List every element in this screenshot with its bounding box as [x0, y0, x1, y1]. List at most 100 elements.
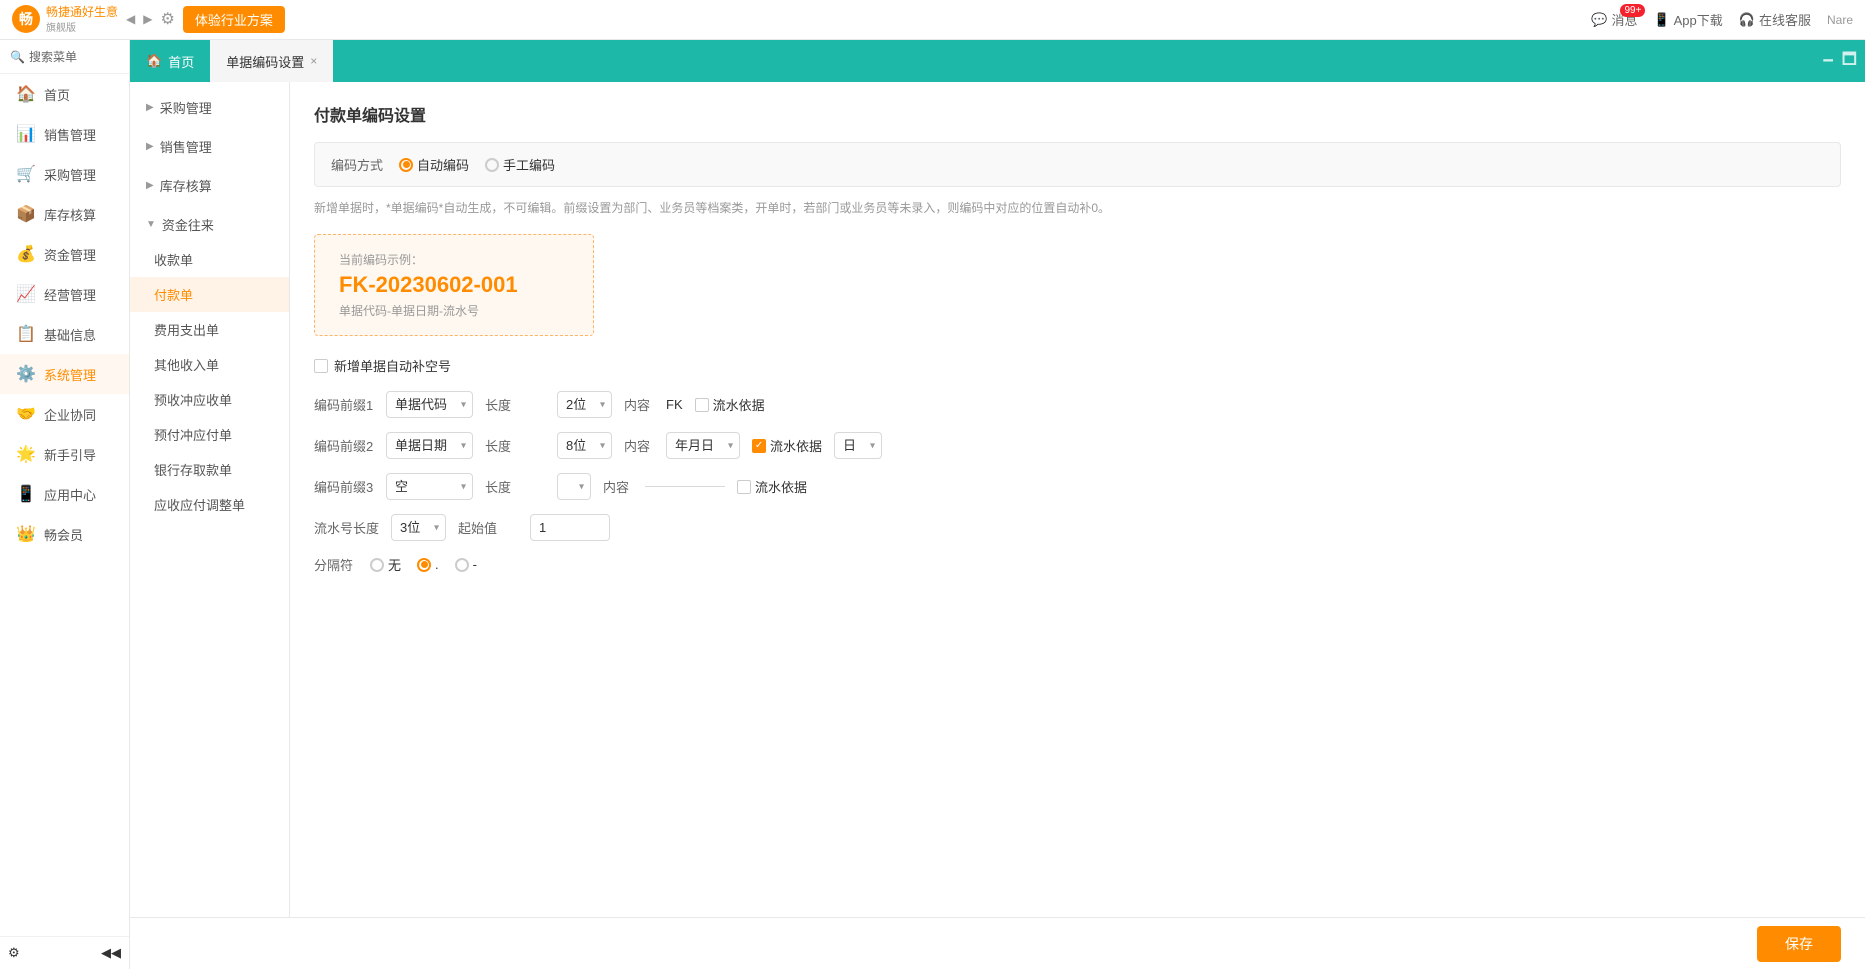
- auto-fill-checkbox[interactable]: [314, 359, 328, 373]
- content2-select[interactable]: 年月日 年月 年: [666, 432, 740, 459]
- length1-label: 长度: [485, 395, 545, 414]
- serial2-check-label[interactable]: ✓ 流水依据: [752, 436, 822, 455]
- submenu-item-payment[interactable]: 付款单: [130, 277, 289, 312]
- submenu-header-inventory[interactable]: ▶ 库存核算: [130, 168, 289, 203]
- submenu-item-adjustment[interactable]: 应收应付调整单: [130, 487, 289, 522]
- sep-dash-radio[interactable]: [455, 558, 469, 572]
- sidebar-item-sales[interactable]: 📊 销售管理: [0, 114, 129, 154]
- prefix1-select[interactable]: 单据代码 部门 业务员 空: [386, 391, 473, 418]
- message-button[interactable]: 💬 消息 99+: [1591, 10, 1637, 29]
- length3-label: 长度: [485, 477, 545, 496]
- content3-label: 内容: [603, 477, 629, 496]
- submenu-group-purchase: ▶ 采购管理: [130, 90, 289, 125]
- submenu-item-receipt[interactable]: 收款单: [130, 242, 289, 277]
- member-icon: 👑: [16, 524, 36, 544]
- tab-maximize-button[interactable]: 🗖: [1842, 48, 1857, 75]
- download-icon: 📱: [1653, 12, 1669, 28]
- tab-bar-right: 🗕 🗖: [1822, 40, 1865, 82]
- sidebar-item-purchase[interactable]: 🛒 采购管理: [0, 154, 129, 194]
- manual-encode-option[interactable]: 手工编码: [485, 155, 555, 174]
- guide-icon: 🌟: [16, 444, 36, 464]
- sidebar-item-guide[interactable]: 🌟 新手引导: [0, 434, 129, 474]
- sidebar-item-home[interactable]: 🏠 首页: [0, 74, 129, 114]
- start-value-input[interactable]: [530, 514, 610, 541]
- auto-encode-option[interactable]: 自动编码: [399, 155, 469, 174]
- settings-icon[interactable]: ⚙: [160, 9, 174, 29]
- user-name[interactable]: Nare: [1827, 13, 1853, 27]
- sidebar-item-management[interactable]: 📈 经营管理: [0, 274, 129, 314]
- main-layout: 🔍 搜索菜单 🏠 首页 📊 销售管理 🛒 采购管理 📦 库存核算 💰 资金管理 …: [0, 40, 1865, 969]
- prefix1-row: 编码前缀1 单据代码 部门 业务员 空 长度 2位 4位: [314, 391, 1841, 418]
- serial3-checkbox[interactable]: [737, 480, 751, 494]
- serial-length-label: 流水号长度: [314, 518, 379, 537]
- sidebar-search[interactable]: 🔍 搜索菜单: [0, 40, 129, 74]
- serial1-checkbox[interactable]: [695, 398, 709, 412]
- serial3-check-label[interactable]: 流水依据: [737, 477, 807, 496]
- system-icon: ⚙️: [16, 364, 36, 384]
- collapse-icon[interactable]: ◀◀: [101, 945, 121, 961]
- prefix2-select-wrapper: 单据日期 部门 业务员 空: [386, 432, 473, 459]
- serial1-check-label[interactable]: 流水依据: [695, 395, 765, 414]
- top-bar-controls: ◀ ▶ ⚙ 体验行业方案: [126, 6, 285, 33]
- finance-icon: 💰: [16, 244, 36, 264]
- tab-bar: 🏠 首页 单据编码设置 × 🗕 🗖: [130, 40, 1865, 82]
- preview-code: FK-20230602-001: [339, 272, 569, 298]
- service-button[interactable]: 🎧 在线客服: [1739, 10, 1811, 29]
- sep-dot-option[interactable]: .: [417, 557, 439, 572]
- length2-label: 长度: [485, 436, 545, 455]
- sub-sidebar: ▶ 采购管理 ▶ 销售管理 ▶ 库存核算: [130, 82, 290, 917]
- length3-select[interactable]: [557, 473, 591, 500]
- sidebar-item-basic[interactable]: 📋 基础信息: [0, 314, 129, 354]
- sales-icon: 📊: [16, 124, 36, 144]
- auto-encode-radio[interactable]: [399, 158, 413, 172]
- download-button[interactable]: 📱 App下载: [1653, 10, 1722, 29]
- submenu-item-expense[interactable]: 费用支出单: [130, 312, 289, 347]
- auto-fill-row: 新增单据自动补空号: [314, 356, 1841, 375]
- nav-back-icon[interactable]: ◀: [126, 12, 135, 26]
- tab-minimize-button[interactable]: 🗕: [1822, 48, 1833, 75]
- tab-encoding[interactable]: 单据编码设置 ×: [210, 40, 333, 82]
- prefix3-select[interactable]: 空 单据代码 部门 业务员: [386, 473, 473, 500]
- submenu-item-bank[interactable]: 银行存取款单: [130, 452, 289, 487]
- sep-none-radio[interactable]: [370, 558, 384, 572]
- submenu-header-fund[interactable]: ▼ 资金往来: [130, 207, 289, 242]
- sidebar-item-finance[interactable]: 💰 资金管理: [0, 234, 129, 274]
- search-icon: 🔍: [10, 50, 25, 64]
- content2-select-wrapper: 年月日 年月 年: [666, 432, 740, 459]
- submenu-item-advance-receipt[interactable]: 预收冲应收单: [130, 382, 289, 417]
- submenu-header-sales[interactable]: ▶ 销售管理: [130, 129, 289, 164]
- tab-home[interactable]: 🏠 首页: [130, 40, 210, 82]
- encoding-method-section: 编码方式 自动编码 手工编码: [314, 142, 1841, 187]
- submenu-header-purchase[interactable]: ▶ 采购管理: [130, 90, 289, 125]
- day-select[interactable]: 日 月 年: [834, 432, 882, 459]
- sidebar-item-system[interactable]: ⚙️ 系统管理: [0, 354, 129, 394]
- sidebar-item-inventory[interactable]: 📦 库存核算: [0, 194, 129, 234]
- serial-length-select[interactable]: 3位 4位 5位: [391, 514, 446, 541]
- settings-bottom-icon[interactable]: ⚙: [8, 945, 20, 961]
- sidebar-item-enterprise[interactable]: 🤝 企业协同: [0, 394, 129, 434]
- sidebar-item-member[interactable]: 👑 畅会员: [0, 514, 129, 554]
- length2-select[interactable]: 8位 6位 4位: [557, 432, 612, 459]
- sep-none-option[interactable]: 无: [370, 555, 401, 574]
- length1-select[interactable]: 2位 4位 6位: [557, 391, 612, 418]
- tab-close-icon[interactable]: ×: [310, 54, 317, 68]
- submenu-item-advance-payment[interactable]: 预付冲应付单: [130, 417, 289, 452]
- start-value-label: 起始值: [458, 518, 518, 537]
- prefix2-select[interactable]: 单据日期 部门 业务员 空: [386, 432, 473, 459]
- manual-encode-radio[interactable]: [485, 158, 499, 172]
- serial2-checkbox[interactable]: ✓: [752, 439, 766, 453]
- submenu-item-other-income[interactable]: 其他收入单: [130, 347, 289, 382]
- prefix1-select-wrapper: 单据代码 部门 业务员 空: [386, 391, 473, 418]
- trial-button[interactable]: 体验行业方案: [183, 6, 285, 33]
- logo-icon: 畅: [12, 5, 40, 33]
- top-bar-right: 💬 消息 99+ 📱 App下载 🎧 在线客服 Nare: [1591, 10, 1853, 29]
- nav-forward-icon[interactable]: ▶: [143, 12, 152, 26]
- save-button[interactable]: 保存: [1757, 926, 1841, 962]
- sep-dot-radio[interactable]: [417, 558, 431, 572]
- sidebar-item-apps[interactable]: 📱 应用中心: [0, 474, 129, 514]
- preview-box: 当前编码示例： FK-20230602-001 单据代码-单据日期-流水号: [314, 234, 594, 336]
- form-area: 付款单编码设置 编码方式 自动编码 手工编码: [290, 82, 1865, 917]
- submenu-arrow-purchase: ▶: [146, 102, 154, 113]
- sep-dash-option[interactable]: -: [455, 557, 477, 572]
- content-area: 🏠 首页 单据编码设置 × 🗕 🗖 ▶ 采购管理: [130, 40, 1865, 969]
